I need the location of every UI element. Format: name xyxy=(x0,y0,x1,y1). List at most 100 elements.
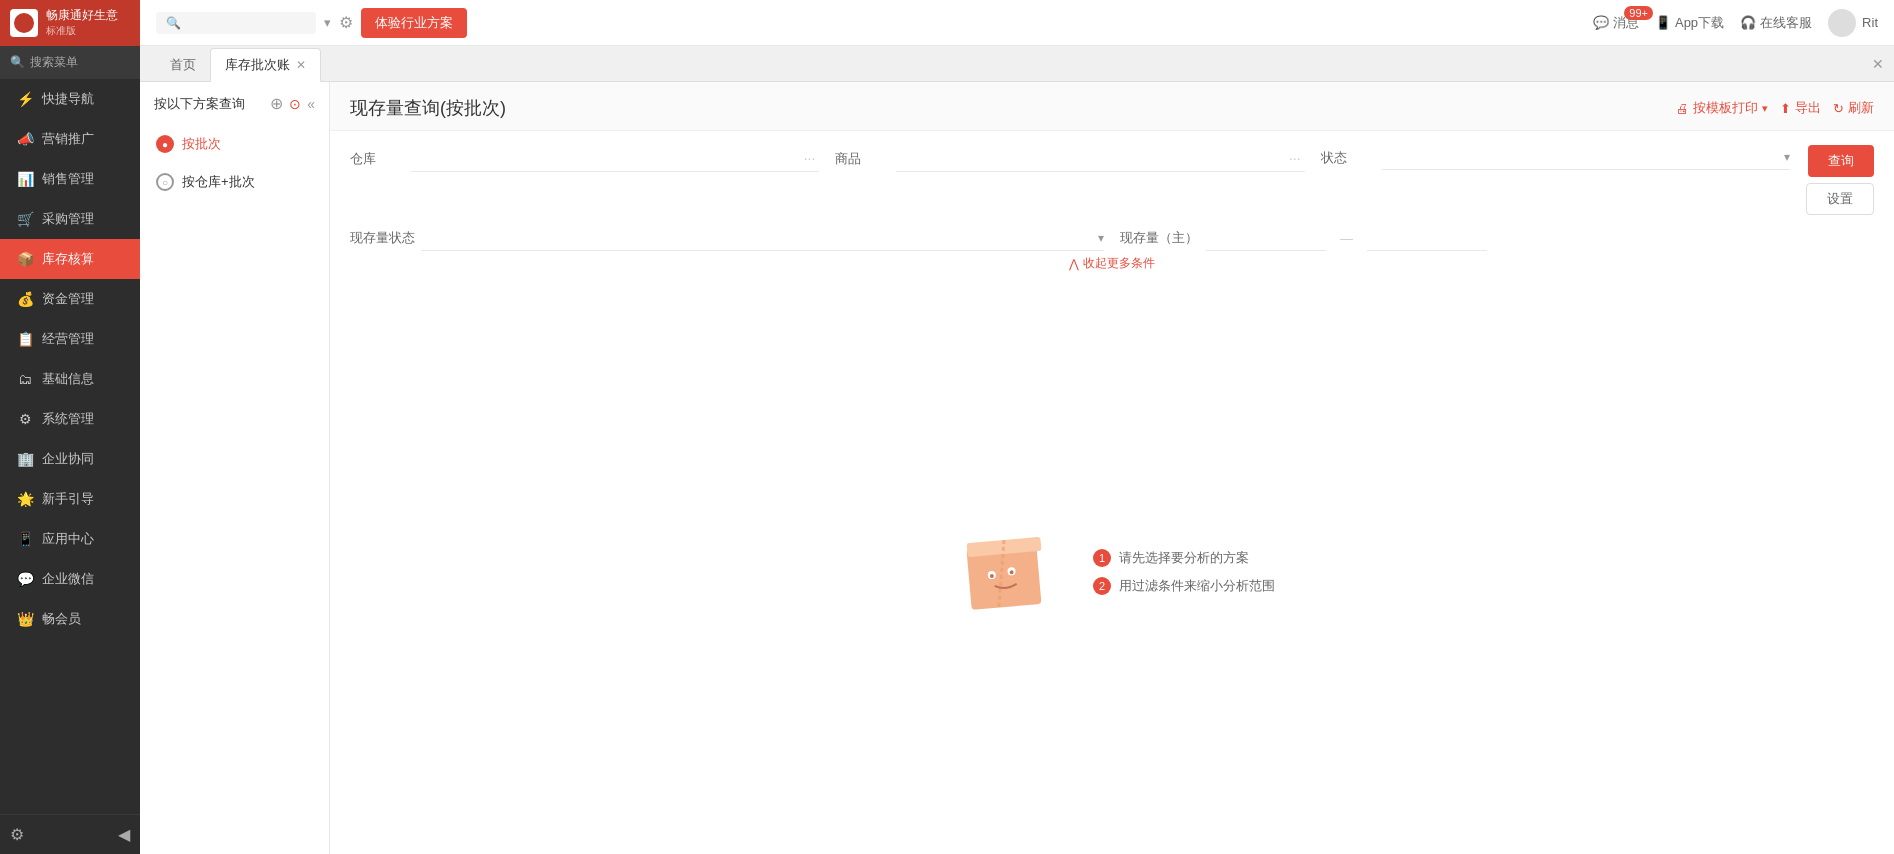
status-chevron-icon[interactable]: ▾ xyxy=(1784,150,1790,164)
refresh-label: 刷新 xyxy=(1848,99,1874,117)
sidebar-item-quicknav[interactable]: ⚡ 快捷导航 xyxy=(0,79,140,119)
export-button[interactable]: ⬆ 导出 xyxy=(1780,99,1821,117)
settings-icon[interactable]: ⚙ xyxy=(10,825,24,844)
sidebar-item-sales[interactable]: 📊 销售管理 xyxy=(0,159,140,199)
inventory-qty-to[interactable] xyxy=(1367,225,1487,251)
panel-header-actions: ⊕ ⊙ « xyxy=(270,94,315,113)
page-header: 现存量查询(按批次) 🖨 按模板打印 ▾ ⬆ 导出 ↻ 刷新 xyxy=(330,82,1894,131)
sidebar-item-label: 新手引导 xyxy=(42,490,94,508)
sales-icon: 📊 xyxy=(16,170,34,188)
empty-hint-1: 1 请先选择要分析的方案 xyxy=(1093,549,1275,567)
settings-plan-button[interactable]: ⊙ xyxy=(289,96,301,112)
sidebar-search[interactable]: 🔍 搜索菜单 xyxy=(0,46,140,79)
app-download-button[interactable]: 📱 App下载 xyxy=(1655,14,1724,32)
sidebar-item-label: 基础信息 xyxy=(42,370,94,388)
collapse-panel-button[interactable]: « xyxy=(307,96,315,112)
user-profile[interactable]: Rit xyxy=(1828,9,1878,37)
topbar-search-box[interactable]: 🔍 xyxy=(156,12,316,34)
sidebar-item-appcenter[interactable]: 📱 应用中心 xyxy=(0,519,140,559)
filter-row-top: 仓库 ··· 商品 ··· xyxy=(350,145,1874,215)
chevron-up-icon: ⋀ xyxy=(1069,257,1079,271)
product-input-box[interactable]: ··· xyxy=(896,145,1304,172)
app-version: 标准版 xyxy=(46,24,118,38)
tab-close-button[interactable]: ✕ xyxy=(296,58,306,72)
right-content: 现存量查询(按批次) 🖨 按模板打印 ▾ ⬆ 导出 ↻ 刷新 xyxy=(330,82,1894,854)
hint-text-2: 用过滤条件来缩小分析范围 xyxy=(1119,577,1275,595)
inventory-qty-from-input[interactable] xyxy=(1206,230,1326,245)
page-header-actions: 🖨 按模板打印 ▾ ⬆ 导出 ↻ 刷新 xyxy=(1676,99,1874,117)
left-panel: 按以下方案查询 ⊕ ⊙ « ● 按批次 ○ 按仓库+批次 xyxy=(140,82,330,854)
sidebar-item-basics[interactable]: 🗂 基础信息 xyxy=(0,359,140,399)
sidebar-item-inventory[interactable]: 📦 库存核算 xyxy=(0,239,140,279)
collapse-sidebar-button[interactable]: ◀ xyxy=(118,825,130,844)
sidebar-item-system[interactable]: ⚙ 系统管理 xyxy=(0,399,140,439)
filter-inventory-status: 现存量状态 ▾ xyxy=(350,226,1104,251)
sidebar-item-marketing[interactable]: 📣 营销推广 xyxy=(0,119,140,159)
filter-actions: 查询 设置 xyxy=(1806,145,1874,215)
sidebar-item-label: 企业协同 xyxy=(42,450,94,468)
print-template-button[interactable]: 🖨 按模板打印 ▾ xyxy=(1676,99,1768,117)
message-icon: 💬 xyxy=(1593,15,1609,30)
sidebar-item-operations[interactable]: 📋 经营管理 xyxy=(0,319,140,359)
add-plan-button[interactable]: ⊕ xyxy=(270,94,283,113)
product-dots[interactable]: ··· xyxy=(1285,150,1305,166)
inventory-status-select-box[interactable]: ▾ xyxy=(421,226,1104,251)
inventory-status-label: 现存量状态 xyxy=(350,229,415,247)
sidebar-item-label: 采购管理 xyxy=(42,210,94,228)
sidebar-item-member[interactable]: 👑 畅会员 xyxy=(0,599,140,639)
plan-item-by-warehouse-batch[interactable]: ○ 按仓库+批次 xyxy=(140,163,329,201)
empty-hint-2: 2 用过滤条件来缩小分析范围 xyxy=(1093,577,1275,595)
qty-dash: — xyxy=(1332,231,1361,246)
panel-title: 按以下方案查询 xyxy=(154,95,245,113)
filter-product: 商品 ··· xyxy=(835,145,1304,172)
topbar-settings-icon[interactable]: ⚙ xyxy=(339,13,353,32)
tabbar: 首页 库存批次账 ✕ ✕ xyxy=(140,46,1894,82)
search-icon: 🔍 xyxy=(10,55,25,69)
sidebar-item-label: 库存核算 xyxy=(42,250,94,268)
quicknav-icon: ⚡ xyxy=(16,90,34,108)
topbar-dropdown-icon[interactable]: ▾ xyxy=(324,15,331,30)
warehouse-dots[interactable]: ··· xyxy=(800,150,820,166)
sidebar-item-label: 营销推广 xyxy=(42,130,94,148)
warehouse-input-box[interactable]: ··· xyxy=(411,145,819,172)
logo-icon xyxy=(14,13,34,33)
plan-inactive-icon: ○ xyxy=(156,173,174,191)
product-input[interactable] xyxy=(896,151,1285,166)
online-service-button[interactable]: 🎧 在线客服 xyxy=(1740,14,1812,32)
sidebar-item-purchase[interactable]: 🛒 采购管理 xyxy=(0,199,140,239)
refresh-button[interactable]: ↻ 刷新 xyxy=(1833,99,1874,117)
hint-num-2: 2 xyxy=(1093,577,1111,595)
close-all-tabs-button[interactable]: ✕ xyxy=(1872,56,1884,72)
operations-icon: 📋 xyxy=(16,330,34,348)
member-icon: 👑 xyxy=(16,610,34,628)
query-button[interactable]: 查询 xyxy=(1808,145,1874,177)
hint-text-1: 请先选择要分析的方案 xyxy=(1119,549,1249,567)
app-name: 畅康通好生意 xyxy=(46,8,118,24)
appcenter-icon: 📱 xyxy=(16,530,34,548)
sidebar-item-wechat[interactable]: 💬 企业微信 xyxy=(0,559,140,599)
avatar xyxy=(1828,9,1856,37)
collapse-row[interactable]: ⋀ 收起更多条件 xyxy=(350,251,1874,276)
export-label: 导出 xyxy=(1795,99,1821,117)
filter-area: 仓库 ··· 商品 ··· xyxy=(330,131,1894,290)
tab-inventory-batch[interactable]: 库存批次账 ✕ xyxy=(210,48,321,82)
inventory-qty-to-input[interactable] xyxy=(1367,230,1487,245)
plan-active-icon: ● xyxy=(156,135,174,153)
print-dropdown-icon[interactable]: ▾ xyxy=(1762,102,1768,115)
tab-home[interactable]: 首页 xyxy=(156,49,210,81)
messages-button[interactable]: 💬 消息 99+ xyxy=(1593,14,1639,32)
inventory-qty-from[interactable] xyxy=(1206,225,1326,251)
empty-svg-icon xyxy=(949,512,1069,632)
basics-icon: 🗂 xyxy=(16,370,34,388)
inventory-status-chevron-icon[interactable]: ▾ xyxy=(1098,231,1104,245)
sidebar-item-newguide[interactable]: 🌟 新手引导 xyxy=(0,479,140,519)
settings-button[interactable]: 设置 xyxy=(1806,183,1874,215)
warehouse-input[interactable] xyxy=(411,151,800,166)
empty-hints: 1 请先选择要分析的方案 2 用过滤条件来缩小分析范围 xyxy=(1093,549,1275,595)
plan-item-by-batch[interactable]: ● 按批次 xyxy=(140,125,329,163)
trial-button[interactable]: 体验行业方案 xyxy=(361,8,467,38)
sidebar-item-finance[interactable]: 💰 资金管理 xyxy=(0,279,140,319)
sidebar-item-enterprise[interactable]: 🏢 企业协同 xyxy=(0,439,140,479)
status-select-box[interactable]: ▾ xyxy=(1382,145,1790,170)
print-label: 按模板打印 xyxy=(1693,99,1758,117)
